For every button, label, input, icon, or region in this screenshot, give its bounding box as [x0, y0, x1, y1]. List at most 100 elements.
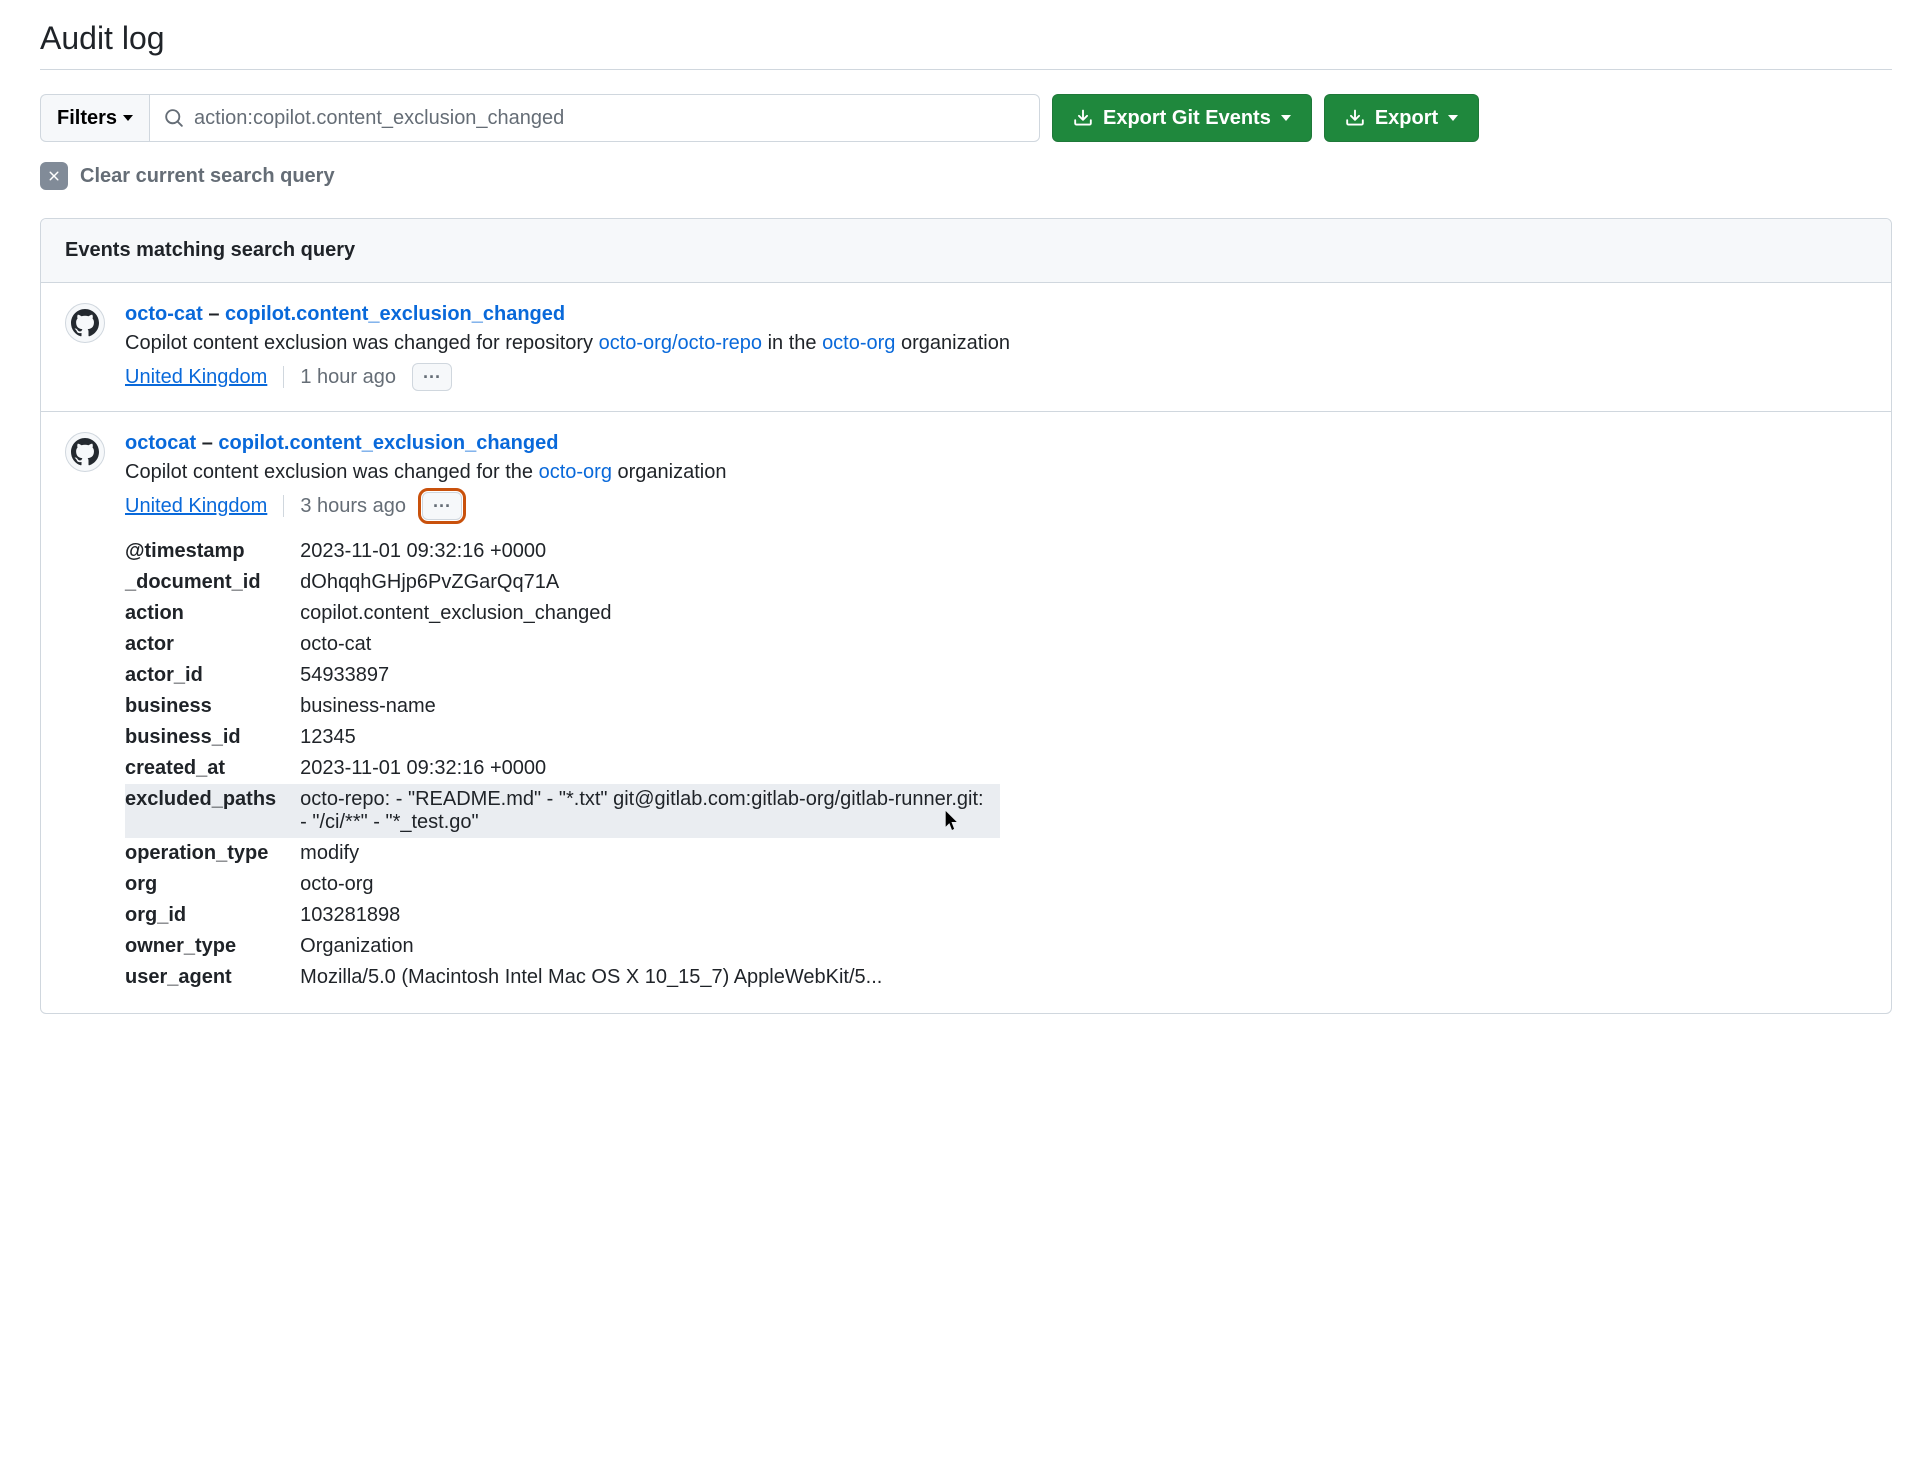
detail-key: org [125, 869, 300, 900]
export-git-label: Export Git Events [1103, 107, 1271, 130]
search-input[interactable] [194, 107, 1025, 130]
detail-row: actorocto-cat [125, 629, 1000, 660]
event-detail-table: @timestamp2023-11-01 09:32:16 +0000_docu… [125, 536, 1000, 993]
location-link[interactable]: United Kingdom [125, 495, 267, 518]
location-link[interactable]: United Kingdom [125, 366, 267, 389]
detail-value: modify [300, 838, 1000, 869]
detail-key: operation_type [125, 838, 300, 869]
detail-value: 12345 [300, 722, 1000, 753]
detail-row: orgocto-org [125, 869, 1000, 900]
detail-value: 103281898 [300, 900, 1000, 931]
title-separator: – [208, 303, 225, 325]
download-icon [1345, 108, 1365, 128]
event-title: octo-cat – copilot.content_exclusion_cha… [125, 303, 1867, 326]
detail-row: actor_id54933897 [125, 660, 1000, 691]
event-title: octocat – copilot.content_exclusion_chan… [125, 432, 1867, 455]
detail-value: copilot.content_exclusion_changed [300, 598, 1000, 629]
export-label: Export [1375, 107, 1438, 130]
avatar[interactable] [65, 432, 105, 472]
org-link[interactable]: octo-org [822, 332, 895, 354]
detail-key: created_at [125, 753, 300, 784]
event-row: octocat – copilot.content_exclusion_chan… [41, 412, 1891, 1013]
clear-search-query-button[interactable]: Clear current search query [40, 162, 1892, 190]
detail-row: actioncopilot.content_exclusion_changed [125, 598, 1000, 629]
detail-key: actor [125, 629, 300, 660]
actor-link[interactable]: octo-cat [125, 303, 203, 325]
org-link[interactable]: octo-org [539, 461, 612, 483]
highlight-box: ··· [422, 492, 462, 520]
export-button[interactable]: Export [1324, 94, 1479, 142]
detail-key: action [125, 598, 300, 629]
title-separator: – [202, 432, 219, 454]
detail-row: @timestamp2023-11-01 09:32:16 +0000 [125, 536, 1000, 567]
desc-text: Copilot content exclusion was changed fo… [125, 332, 599, 354]
x-icon [40, 162, 68, 190]
kebab-icon: ··· [433, 496, 451, 516]
event-meta: United Kingdom 3 hours ago ··· [125, 492, 1867, 520]
detail-row: org_id103281898 [125, 900, 1000, 931]
event-body: octocat – copilot.content_exclusion_chan… [125, 432, 1867, 993]
search-icon [164, 108, 184, 128]
avatar[interactable] [65, 303, 105, 343]
detail-key: _document_id [125, 567, 300, 598]
timestamp: 1 hour ago [300, 366, 396, 389]
expand-details-button[interactable]: ··· [412, 363, 452, 391]
actor-link[interactable]: octocat [125, 432, 196, 454]
detail-key: org_id [125, 900, 300, 931]
filters-label: Filters [57, 107, 117, 130]
kebab-icon: ··· [423, 367, 441, 387]
search-input-wrap[interactable] [149, 94, 1040, 142]
divider [283, 495, 284, 517]
caret-down-icon [1448, 115, 1458, 121]
detail-row: business_id12345 [125, 722, 1000, 753]
detail-value: 2023-11-01 09:32:16 +0000 [300, 536, 1000, 567]
detail-key: @timestamp [125, 536, 300, 567]
action-link[interactable]: copilot.content_exclusion_changed [218, 432, 558, 454]
detail-key: business [125, 691, 300, 722]
panel-header: Events matching search query [41, 219, 1891, 283]
detail-value: 54933897 [300, 660, 1000, 691]
action-link[interactable]: copilot.content_exclusion_changed [225, 303, 565, 325]
detail-value: dOhqqhGHjp6PvZGarQq71A [300, 567, 1000, 598]
event-row: octo-cat – copilot.content_exclusion_cha… [41, 283, 1891, 412]
event-description: Copilot content exclusion was changed fo… [125, 332, 1867, 355]
detail-row: businessbusiness-name [125, 691, 1000, 722]
detail-key: excluded_paths [125, 784, 300, 838]
desc-text: organization [895, 332, 1010, 354]
timestamp: 3 hours ago [300, 495, 406, 518]
event-description: Copilot content exclusion was changed fo… [125, 461, 1867, 484]
cursor-icon [944, 811, 960, 836]
expand-details-button[interactable]: ··· [422, 492, 462, 520]
detail-row: operation_typemodify [125, 838, 1000, 869]
detail-row: user_agentMozilla/5.0 (Macintosh Intel M… [125, 962, 1000, 993]
filters-button[interactable]: Filters [40, 94, 149, 142]
event-meta: United Kingdom 1 hour ago ··· [125, 363, 1867, 391]
detail-key: owner_type [125, 931, 300, 962]
download-icon [1073, 108, 1093, 128]
desc-text: in the [762, 332, 822, 354]
detail-row: owner_typeOrganization [125, 931, 1000, 962]
export-git-events-button[interactable]: Export Git Events [1052, 94, 1312, 142]
detail-value: octo-cat [300, 629, 1000, 660]
desc-text: Copilot content exclusion was changed fo… [125, 461, 539, 483]
page-title: Audit log [40, 20, 1892, 70]
toolbar: Filters Export Git Events Export [40, 94, 1892, 142]
divider [283, 366, 284, 388]
detail-row: created_at2023-11-01 09:32:16 +0000 [125, 753, 1000, 784]
desc-text: organization [612, 461, 727, 483]
clear-query-label: Clear current search query [80, 165, 335, 188]
repo-link[interactable]: octo-org/octo-repo [599, 332, 762, 354]
detail-key: actor_id [125, 660, 300, 691]
event-body: octo-cat – copilot.content_exclusion_cha… [125, 303, 1867, 391]
detail-key: business_id [125, 722, 300, 753]
search-wrap: Filters [40, 94, 1040, 142]
detail-row: _document_iddOhqqhGHjp6PvZGarQq71A [125, 567, 1000, 598]
caret-down-icon [1281, 115, 1291, 121]
caret-down-icon [123, 115, 133, 121]
detail-key: user_agent [125, 962, 300, 993]
detail-value: business-name [300, 691, 1000, 722]
detail-value: 2023-11-01 09:32:16 +0000 [300, 753, 1000, 784]
detail-row: excluded_pathsocto-repo: - "README.md" -… [125, 784, 1000, 838]
events-panel: Events matching search query octo-cat – … [40, 218, 1892, 1014]
detail-value: Organization [300, 931, 1000, 962]
